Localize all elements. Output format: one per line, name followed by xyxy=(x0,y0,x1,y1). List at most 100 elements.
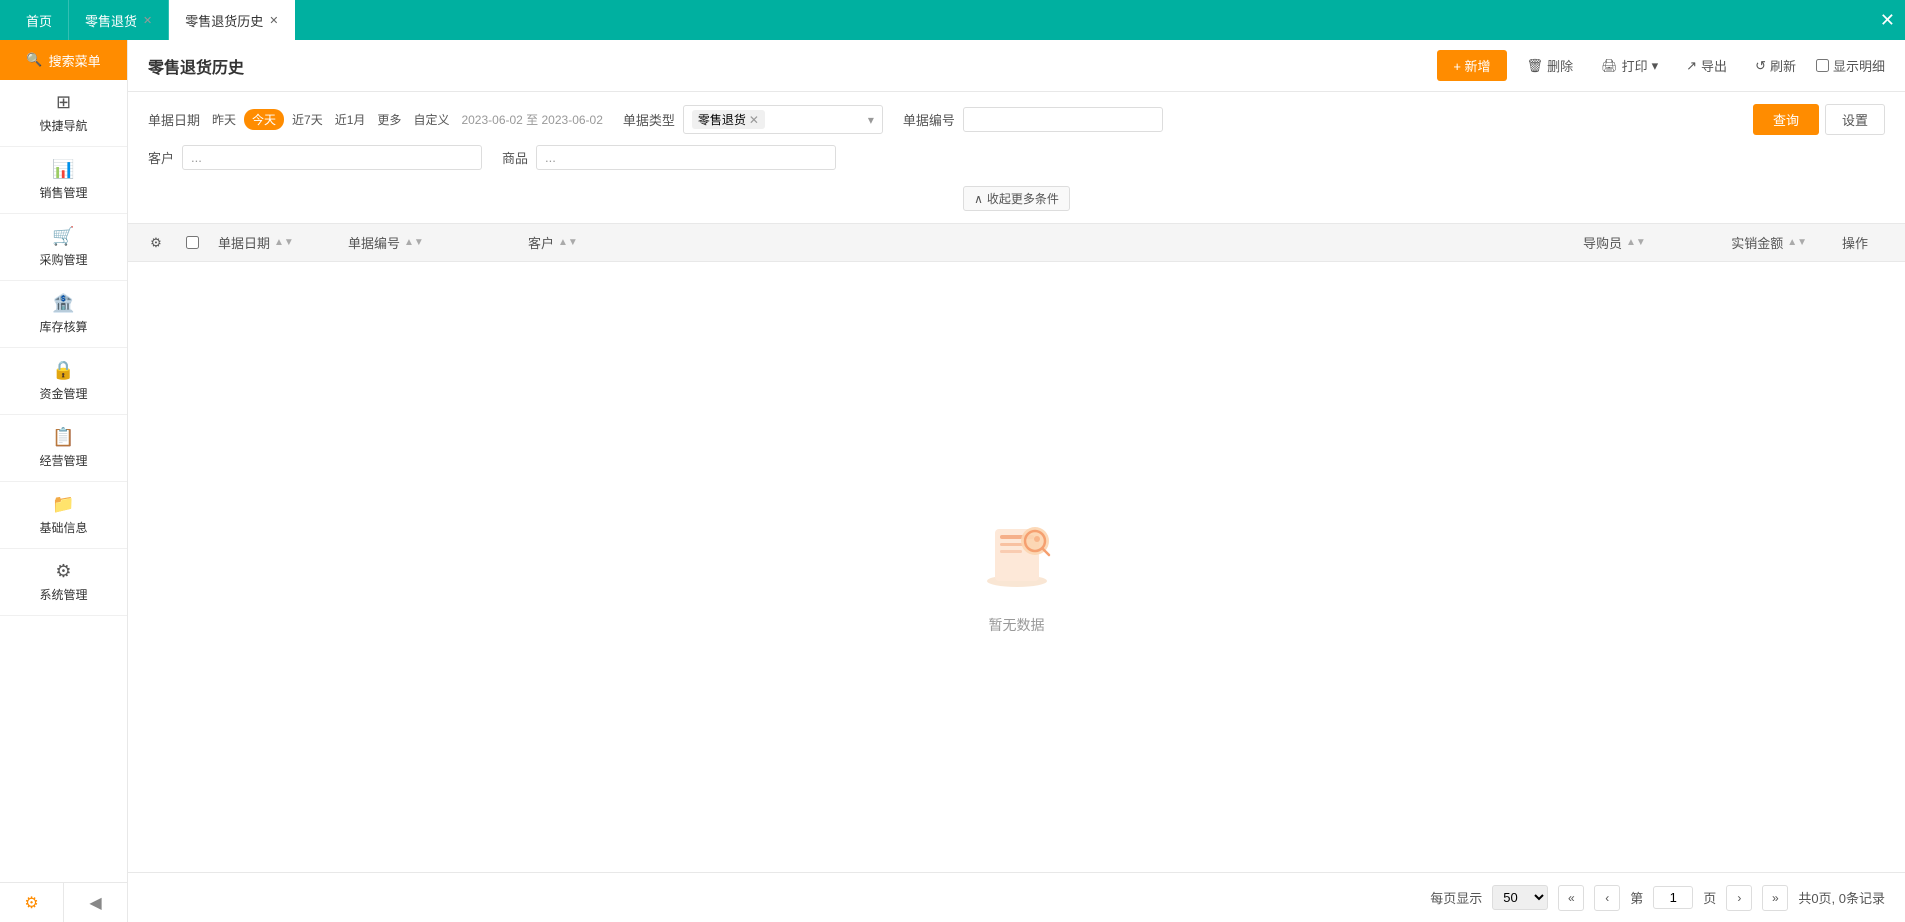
per-page-label: 每页显示 xyxy=(1430,888,1482,907)
table-container: ⚙ 单据日期 ▲▼ 单据编号 ▲▼ 客户 ▲▼ 导购员 xyxy=(128,224,1905,922)
main-content: 零售退货历史 + 新增 🗑 删除 🖨 打印 ▾ ↗ 导出 ↺ xyxy=(128,40,1905,922)
collapse-label: 收起更多条件 xyxy=(987,190,1059,207)
th-settings[interactable]: ⚙ xyxy=(138,235,174,251)
sidebar-item-finance[interactable]: 🔒 资金管理 xyxy=(0,348,127,415)
th-amount-sort-icon: ▲▼ xyxy=(1787,238,1807,248)
sidebar-item-system-mgmt[interactable]: ⚙ 系统管理 xyxy=(0,549,127,616)
date-shortcut-today[interactable]: 今天 xyxy=(244,109,284,130)
operations-icon: 📋 xyxy=(52,427,74,448)
query-button[interactable]: 查询 xyxy=(1753,104,1819,135)
tab-retail-return[interactable]: 零售退货 ✕ xyxy=(69,0,169,40)
bill-type-filter: 单据类型 零售退货 ✕ ▾ xyxy=(623,105,883,134)
pagination: 每页显示 50 20 100 « ‹ 第 页 › » 共0页, 0条记录 xyxy=(128,872,1905,922)
show-detail-input[interactable] xyxy=(1816,59,1829,72)
bill-no-filter: 单据编号 xyxy=(903,107,1163,132)
first-page-button[interactable]: « xyxy=(1558,885,1584,911)
export-button[interactable]: ↗ 导出 xyxy=(1678,52,1735,79)
sidebar-bottom: ⚙ ◀ xyxy=(0,882,127,922)
main-layout: 🔍 搜索菜单 ⊞ 快捷导航 📊 销售管理 🛒 采购管理 🏦 库存核算 🔒 资金管… xyxy=(0,40,1905,922)
system-mgmt-icon: ⚙ xyxy=(55,561,71,582)
inventory-icon: 🏦 xyxy=(52,293,74,314)
print-label: 打印 xyxy=(1622,56,1648,75)
prev-page-button[interactable]: ‹ xyxy=(1594,885,1620,911)
sidebar-item-sales-mgmt[interactable]: 📊 销售管理 xyxy=(0,147,127,214)
bill-no-label: 单据编号 xyxy=(903,110,955,129)
tab-retail-return-label: 零售退货 xyxy=(85,11,137,30)
tab-retail-return-history-close[interactable]: ✕ xyxy=(269,14,278,27)
th-check[interactable] xyxy=(174,236,210,249)
tab-retail-return-history-label: 零售退货历史 xyxy=(185,11,263,30)
sidebar-item-finance-label: 资金管理 xyxy=(39,385,87,402)
page-title: 零售退货历史 xyxy=(148,54,1437,78)
sidebar-item-operations-label: 经营管理 xyxy=(39,452,87,469)
th-guide-label: 导购员 xyxy=(1583,233,1622,252)
new-button[interactable]: + 新增 xyxy=(1437,50,1506,81)
table-header: ⚙ 单据日期 ▲▼ 单据编号 ▲▼ 客户 ▲▼ 导购员 xyxy=(128,224,1905,262)
export-label: 导出 xyxy=(1701,56,1727,75)
page-label: 第 xyxy=(1630,888,1643,907)
show-detail-checkbox[interactable]: 显示明细 xyxy=(1816,56,1885,75)
sidebar-item-purchase-label: 采购管理 xyxy=(39,251,87,268)
th-billno[interactable]: 单据编号 ▲▼ xyxy=(340,233,520,252)
customer-input[interactable]: ... xyxy=(182,145,482,170)
settings-button[interactable]: 设置 xyxy=(1825,104,1885,135)
bill-type-label: 单据类型 xyxy=(623,110,675,129)
bill-type-tag: 零售退货 ✕ xyxy=(692,110,765,129)
page-header: 零售退货历史 + 新增 🗑 删除 🖨 打印 ▾ ↗ 导出 ↺ xyxy=(128,40,1905,92)
sidebar-settings-btn[interactable]: ⚙ xyxy=(0,883,64,922)
th-guide[interactable]: 导购员 ▲▼ xyxy=(1575,233,1695,252)
check-all-input[interactable] xyxy=(186,236,199,249)
th-guide-sort-icon: ▲▼ xyxy=(1626,238,1646,248)
tab-home[interactable]: 首页 xyxy=(10,0,69,40)
date-shortcut-yesterday[interactable]: 昨天 xyxy=(208,109,240,130)
sidebar-item-inventory-label: 库存核算 xyxy=(39,318,87,335)
th-amount-label: 实销金额 xyxy=(1731,233,1783,252)
goods-input[interactable]: ... xyxy=(536,145,836,170)
sidebar-item-purchase-mgmt[interactable]: 🛒 采购管理 xyxy=(0,214,127,281)
page-input[interactable] xyxy=(1653,886,1693,909)
th-amount[interactable]: 实销金额 ▲▼ xyxy=(1695,233,1815,252)
toolbar: + 新增 🗑 删除 🖨 打印 ▾ ↗ 导出 ↺ 刷新 xyxy=(1437,50,1885,81)
date-shortcut-custom[interactable]: 自定义 xyxy=(409,109,453,130)
refresh-button[interactable]: ↺ 刷新 xyxy=(1747,52,1804,79)
date-filter-label: 单据日期 xyxy=(148,110,200,129)
bill-type-remove-icon[interactable]: ✕ xyxy=(749,113,759,127)
purchase-icon: 🛒 xyxy=(52,226,74,247)
filter-row-1: 单据日期 昨天 今天 近7天 近1月 更多 自定义 2023-06-02 至 2… xyxy=(148,104,1885,135)
export-icon: ↗ xyxy=(1686,58,1697,74)
sidebar-item-inventory[interactable]: 🏦 库存核算 xyxy=(0,281,127,348)
per-page-select[interactable]: 50 20 100 xyxy=(1492,885,1548,910)
collapse-button[interactable]: ∧ 收起更多条件 xyxy=(963,186,1070,211)
tab-retail-return-close[interactable]: ✕ xyxy=(143,14,152,27)
bill-no-input[interactable] xyxy=(963,107,1163,132)
window-close-button[interactable]: ✕ xyxy=(1880,10,1895,31)
date-shortcut-more[interactable]: 更多 xyxy=(373,109,405,130)
sales-icon: 📊 xyxy=(52,159,74,180)
filter-row-2: 客户 ... 商品 ... xyxy=(148,145,1885,170)
bill-type-select[interactable]: 零售退货 ✕ ▾ xyxy=(683,105,883,134)
date-shortcut-7days[interactable]: 近7天 xyxy=(288,109,327,130)
date-shortcut-1month[interactable]: 近1月 xyxy=(331,109,370,130)
top-bar: 首页 零售退货 ✕ 零售退货历史 ✕ ✕ xyxy=(0,0,1905,40)
sidebar-search-btn[interactable]: 🔍 搜索菜单 xyxy=(0,40,127,80)
date-shortcuts: 昨天 今天 近7天 近1月 更多 自定义 xyxy=(208,109,453,130)
sidebar-item-operations[interactable]: 📋 经营管理 xyxy=(0,415,127,482)
sidebar-item-sales-label: 销售管理 xyxy=(39,184,87,201)
print-button[interactable]: 🖨 打印 ▾ xyxy=(1593,52,1666,79)
last-page-button[interactable]: » xyxy=(1762,885,1788,911)
date-filter: 单据日期 昨天 今天 近7天 近1月 更多 自定义 2023-06-02 至 2… xyxy=(148,109,603,130)
next-page-button[interactable]: › xyxy=(1726,885,1752,911)
sidebar-item-quick-nav-label: 快捷导航 xyxy=(39,117,87,134)
customer-placeholder: ... xyxy=(191,150,202,165)
sidebar-audio-btn[interactable]: ◀ xyxy=(64,883,127,922)
sidebar-item-quick-nav[interactable]: ⊞ 快捷导航 xyxy=(0,80,127,147)
delete-button[interactable]: 🗑 删除 xyxy=(1519,52,1582,79)
delete-icon: 🗑 xyxy=(1527,58,1544,74)
tab-retail-return-history[interactable]: 零售退货历史 ✕ xyxy=(169,0,295,40)
th-date[interactable]: 单据日期 ▲▼ xyxy=(210,233,340,252)
date-range-display: 2023-06-02 至 2023-06-02 xyxy=(461,111,602,128)
refresh-icon: ↺ xyxy=(1755,58,1766,74)
quick-nav-icon: ⊞ xyxy=(56,92,71,113)
sidebar-item-basic-info[interactable]: 📁 基础信息 xyxy=(0,482,127,549)
th-customer[interactable]: 客户 ▲▼ xyxy=(520,233,1575,252)
